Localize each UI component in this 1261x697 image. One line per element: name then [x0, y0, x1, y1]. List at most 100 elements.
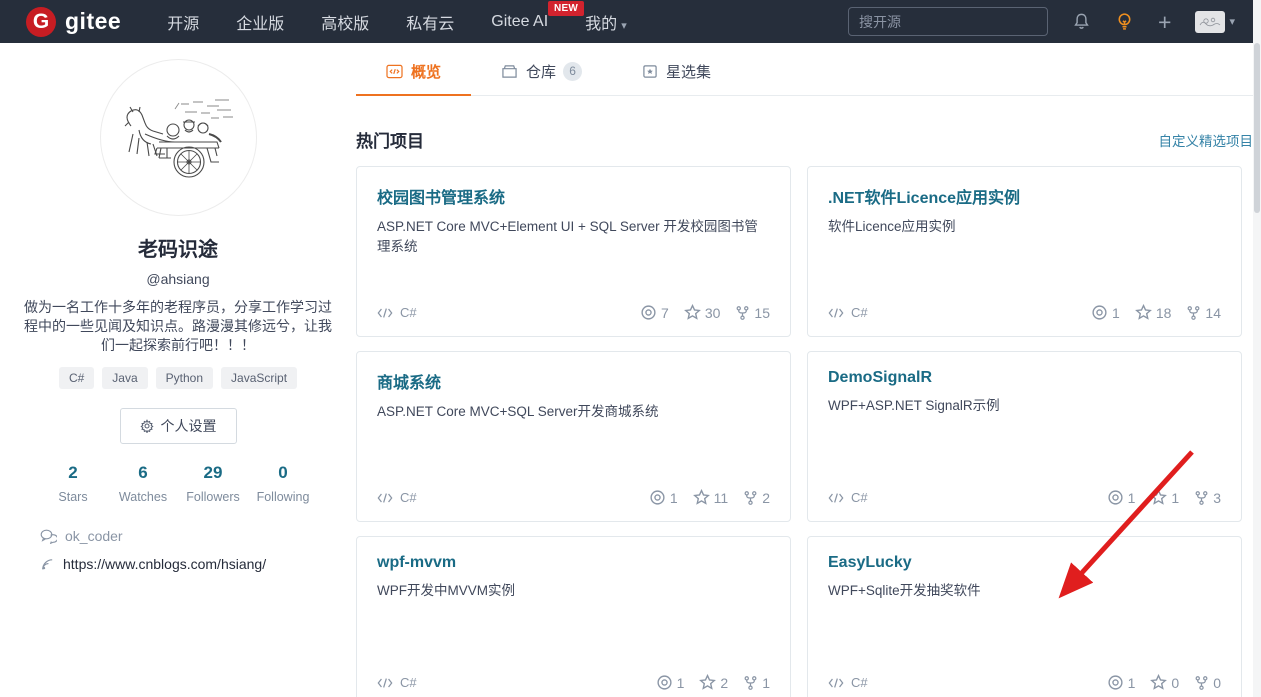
views-count[interactable]: 1 — [1107, 674, 1135, 691]
website-row: https://www.cnblogs.com/hsiang/ — [40, 556, 356, 572]
star-icon — [1150, 489, 1168, 505]
project-card[interactable]: .NET软件Licence应用实例 软件Licence应用实例 C# 1 18 … — [807, 166, 1242, 337]
stat-followers[interactable]: 29 Followers — [178, 463, 248, 504]
avatar-chevron-down-icon[interactable]: ▾ — [1229, 15, 1235, 28]
star-icon — [1150, 674, 1168, 690]
fork-icon — [744, 490, 757, 505]
fork-icon — [1187, 305, 1200, 320]
project-language: C# — [400, 490, 417, 505]
search-input[interactable] — [848, 7, 1049, 36]
tag-java[interactable]: Java — [102, 367, 148, 389]
forks-count[interactable]: 0 — [1194, 675, 1221, 691]
scrollbar-thumb[interactable] — [1254, 43, 1260, 213]
lightbulb-icon[interactable] — [1115, 12, 1134, 31]
code-icon — [377, 307, 393, 318]
project-footer: C# 1 0 0 — [828, 674, 1221, 691]
nav-item-opensource[interactable]: 开源 — [167, 10, 199, 34]
star-icon — [699, 674, 717, 690]
forks-count[interactable]: 1 — [743, 675, 770, 691]
nav-item-gitee-ai[interactable]: Gitee AI NEW — [491, 0, 585, 31]
project-card[interactable]: 商城系统 ASP.NET Core MVC+SQL Server开发商城系统 C… — [356, 351, 791, 522]
gitee-logo-icon: G — [26, 6, 56, 37]
project-footer: C# 7 30 15 — [377, 304, 770, 321]
blog-link[interactable]: https://www.cnblogs.com/hsiang/ — [63, 556, 266, 572]
project-card[interactable]: DemoSignalR WPF+ASP.NET SignalR示例 C# 1 1… — [807, 351, 1242, 522]
navbar: G gitee 开源 企业版 高校版 私有云 Gitee AI NEW 我的▾ — [0, 0, 1253, 43]
profile-avatar[interactable] — [99, 59, 257, 216]
user-avatar-small[interactable] — [1195, 10, 1226, 33]
code-icon — [377, 677, 393, 688]
forks-count[interactable]: 2 — [743, 490, 770, 506]
followers-count: 29 — [203, 463, 223, 482]
stars-count: 2 — [68, 463, 78, 482]
nav-item-education[interactable]: 高校版 — [321, 10, 369, 34]
stars-count[interactable]: 1 — [1150, 489, 1179, 506]
page-scrollbar[interactable] — [1253, 0, 1261, 697]
watches-label: Watches — [118, 490, 168, 504]
profile-username: @ahsiang — [146, 271, 210, 287]
eye-icon — [1092, 305, 1107, 320]
new-badge: NEW — [547, 0, 585, 16]
star-icon — [692, 489, 710, 505]
stars-count[interactable]: 2 — [699, 674, 728, 691]
project-description: ASP.NET Core MVC+Element UI + SQL Server… — [377, 219, 758, 254]
followers-label: Followers — [186, 490, 240, 504]
stars-count[interactable]: 18 — [1134, 304, 1171, 321]
forks-count[interactable]: 15 — [735, 305, 770, 321]
repo-icon — [502, 65, 517, 78]
profile-sidebar: 老码识途 @ahsiang 做为一名工作十多年的老程序员，分享工作学习过程中的一… — [0, 43, 356, 584]
project-card[interactable]: wpf-mvvm WPF开发中MVVM实例 C# 1 2 1 — [356, 536, 791, 697]
tab-star-collections[interactable]: 星选集 — [612, 61, 741, 95]
mine-label: 我的 — [585, 15, 618, 33]
code-icon — [828, 492, 844, 503]
views-count[interactable]: 1 — [1091, 304, 1120, 321]
tag-javascript[interactable]: JavaScript — [221, 367, 298, 389]
profile-bio: 做为一名工作十多年的老程序员，分享工作学习过程中的一些见闻及知识点。路漫漫其修远… — [24, 299, 332, 353]
project-language: C# — [400, 675, 417, 690]
project-title[interactable]: wpf-mvvm — [377, 554, 456, 572]
project-title[interactable]: .NET软件Licence应用实例 — [828, 184, 1020, 208]
tab-repositories[interactable]: 仓库 6 — [471, 61, 612, 95]
fork-icon — [1195, 490, 1208, 505]
stat-stars[interactable]: 2 Stars — [38, 463, 108, 504]
stars-count[interactable]: 11 — [692, 489, 728, 506]
star-icon — [683, 304, 701, 320]
code-icon — [377, 492, 393, 503]
tag-csharp[interactable]: C# — [58, 367, 95, 389]
eye-icon — [641, 305, 656, 320]
nav-item-enterprise[interactable]: 企业版 — [236, 10, 284, 34]
project-footer: C# 1 1 3 — [828, 489, 1221, 506]
nav-item-mine[interactable]: 我的 ▾ — [585, 10, 627, 34]
tag-python[interactable]: Python — [155, 367, 214, 389]
popular-projects-header: 热门项目 自定义精选项目 — [356, 127, 1253, 152]
gitee-logo[interactable]: G gitee — [26, 6, 121, 37]
section-title: 热门项目 — [356, 132, 424, 151]
bell-icon[interactable] — [1072, 12, 1091, 31]
project-description: 软件Licence应用实例 — [828, 219, 956, 234]
stat-watches[interactable]: 6 Watches — [108, 463, 178, 504]
rss-icon — [42, 558, 53, 569]
views-count[interactable]: 1 — [649, 489, 678, 506]
project-title[interactable]: DemoSignalR — [828, 369, 932, 387]
horse-cart-sketch — [124, 99, 233, 178]
stat-following[interactable]: 0 Following — [248, 463, 318, 504]
forks-count[interactable]: 14 — [1186, 305, 1221, 321]
project-card[interactable]: EasyLucky WPF+Sqlite开发抽奖软件 C# 1 0 0 — [807, 536, 1242, 697]
stars-count[interactable]: 0 — [1150, 674, 1179, 691]
forks-count[interactable]: 3 — [1194, 490, 1221, 506]
personal-settings-button[interactable]: 个人设置 — [119, 408, 237, 444]
project-title[interactable]: 商城系统 — [377, 369, 441, 393]
views-count[interactable]: 1 — [656, 674, 684, 691]
nav-item-private-cloud[interactable]: 私有云 — [406, 10, 454, 34]
project-footer: C# 1 18 14 — [828, 304, 1221, 321]
plus-icon[interactable]: + — [1158, 10, 1171, 33]
tab-overview[interactable]: 概览 — [356, 61, 472, 96]
stars-count[interactable]: 30 — [683, 304, 720, 321]
star-box-icon — [643, 65, 657, 78]
views-count[interactable]: 1 — [1107, 489, 1135, 506]
customize-featured-link[interactable]: 自定义精选项目 — [1159, 130, 1254, 150]
project-title[interactable]: 校园图书管理系统 — [377, 184, 505, 208]
views-count[interactable]: 7 — [640, 304, 669, 321]
project-card[interactable]: 校园图书管理系统 ASP.NET Core MVC+Element UI + S… — [356, 166, 791, 337]
project-title[interactable]: EasyLucky — [828, 554, 912, 572]
